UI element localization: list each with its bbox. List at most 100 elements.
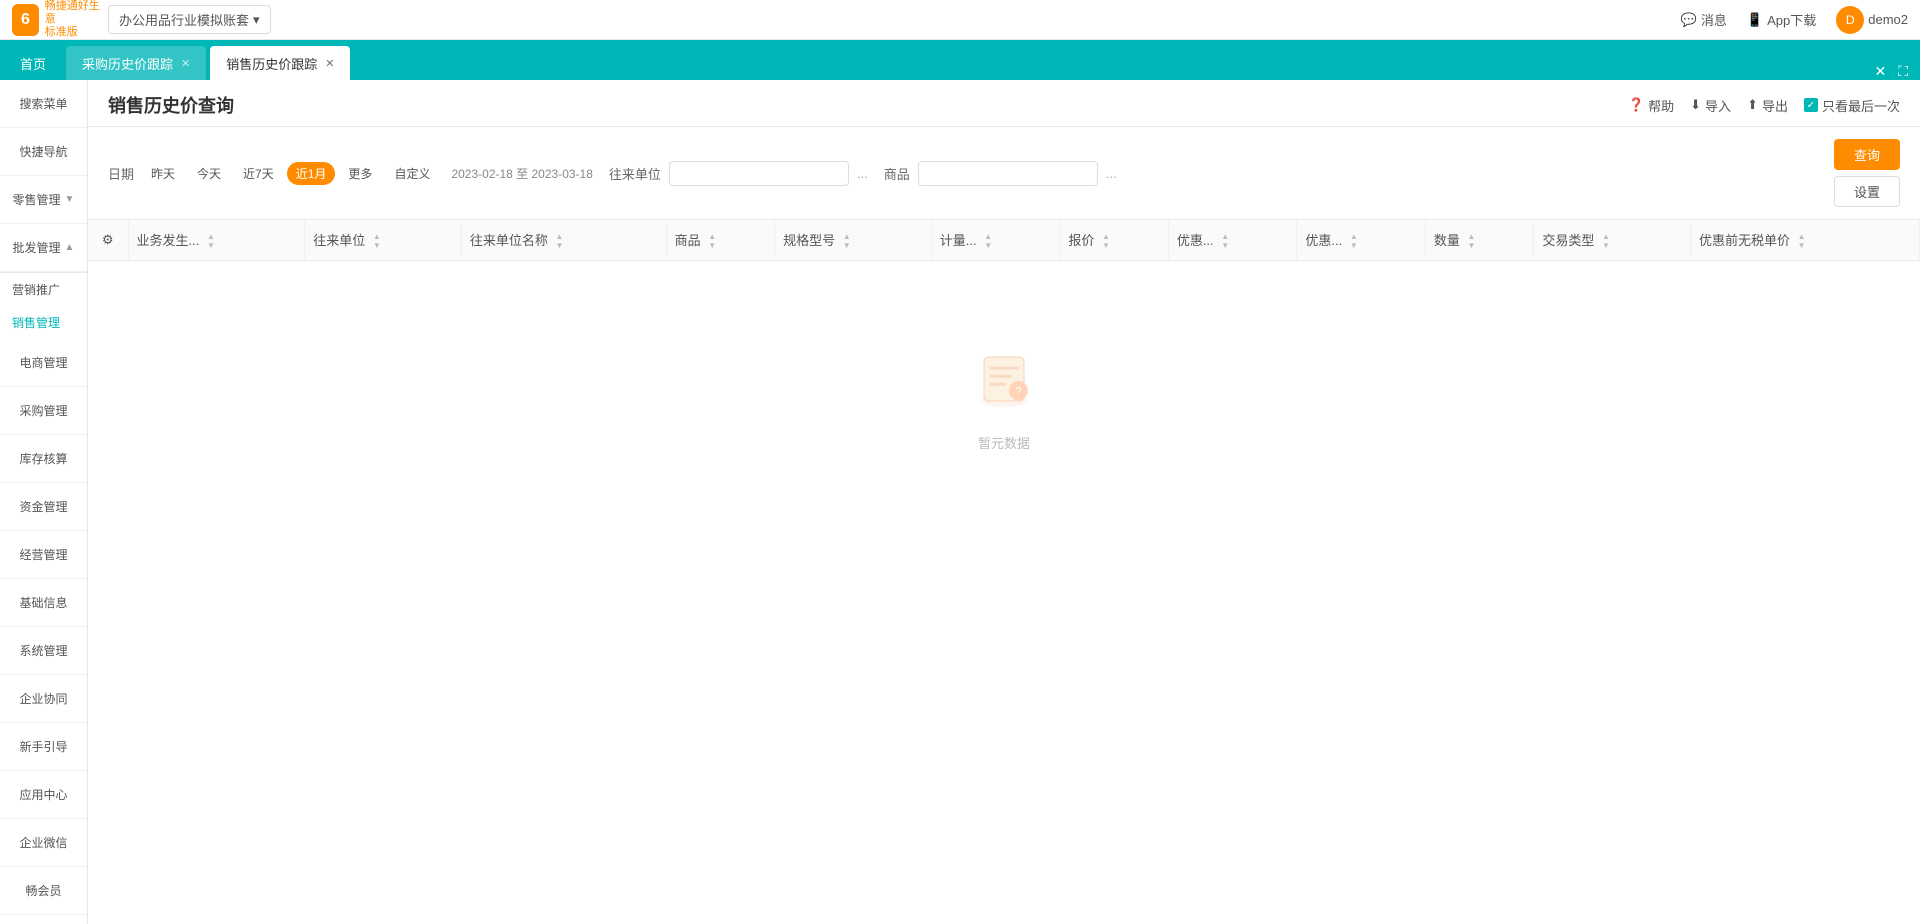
goods-dots[interactable]: ...: [1106, 166, 1117, 181]
tab-fullscreen-icon[interactable]: ⛶: [1898, 63, 1908, 80]
main-layout: 搜索菜单 快捷导航 零售管理 ▼ 批发管理 ▲ 营销推广 销售管理 电商管理 采…: [0, 80, 1920, 924]
message-button[interactable]: 💬 消息: [1681, 10, 1727, 29]
counterpart-dots[interactable]: ...: [857, 166, 868, 181]
filter-bar: 日期 昨天 今天 近7天 近1月 更多 自定义 2023-02-18 至 202…: [88, 127, 1920, 220]
data-table: ⚙ 业务发生... ▲▼ 往来单位 ▲▼: [88, 220, 1920, 261]
export-button[interactable]: ⬆ 导出: [1747, 96, 1788, 115]
quick-nav-label: 快捷导航: [19, 143, 67, 160]
date-btn-today[interactable]: 今天: [188, 162, 230, 185]
sort-unit-icon: ▲▼: [984, 233, 992, 250]
import-button[interactable]: ⬇ 导入: [1690, 96, 1731, 115]
sidebar-item-finance-mgmt[interactable]: 资金管理: [0, 483, 87, 531]
logo-text: 畅捷通好生意 标准版: [45, 0, 100, 39]
top-header: 6 畅捷通好生意 标准版 办公用品行业模拟账套 ▾ 💬 消息 📱 App下载 D…: [0, 0, 1920, 40]
wholesale-mgmt-arrow: ▲: [65, 242, 75, 253]
table-col-counterpart-name[interactable]: 往来单位名称 ▲▼: [461, 220, 666, 261]
tab-purchase-history[interactable]: 采购历史价跟踪 ✕: [66, 46, 206, 80]
retail-mgmt-arrow: ▼: [65, 194, 75, 205]
date-btn-custom[interactable]: 自定义: [385, 162, 439, 185]
help-button[interactable]: ❓ 帮助: [1628, 96, 1674, 115]
sidebar-item-retail-mgmt[interactable]: 零售管理 ▼: [0, 176, 87, 224]
sort-goods-icon: ▲▼: [708, 233, 716, 250]
avatar: D: [1836, 6, 1864, 34]
tab-purchase-history-close[interactable]: ✕: [181, 57, 190, 70]
table-col-qty[interactable]: 数量 ▲▼: [1425, 220, 1533, 261]
sidebar: 搜索菜单 快捷导航 零售管理 ▼ 批发管理 ▲ 营销推广 销售管理 电商管理 采…: [0, 80, 88, 924]
settings-button[interactable]: 设置: [1834, 176, 1900, 207]
wholesale-mgmt-label: 批发管理: [13, 239, 61, 256]
date-btn-more[interactable]: 更多: [339, 162, 381, 185]
sidebar-item-inventory[interactable]: 库存核算: [0, 435, 87, 483]
sort-pretax-price-icon: ▲▼: [1798, 233, 1806, 250]
sidebar-item-search-menu[interactable]: 搜索菜单: [0, 80, 87, 128]
goods-input[interactable]: [918, 161, 1098, 186]
tab-bar: 首页 采购历史价跟踪 ✕ 销售历史价跟踪 ✕ ✕ ⛶: [0, 40, 1920, 80]
table-col-unit[interactable]: 计量... ▲▼: [931, 220, 1060, 261]
sidebar-item-quick-nav[interactable]: 快捷导航: [0, 128, 87, 176]
date-btn-1month[interactable]: 近1月: [287, 162, 336, 185]
content-area: 销售历史价查询 ❓ 帮助 ⬇ 导入 ⬆ 导出 ✓ 只看最后一次: [88, 80, 1920, 924]
svg-text:?: ?: [1015, 386, 1021, 398]
table-col-quote[interactable]: 报价 ▲▼: [1060, 220, 1168, 261]
empty-state: ? 暂元数据: [88, 261, 1920, 532]
tab-bar-right: ✕ ⛶: [1874, 63, 1920, 80]
download-icon: 📱: [1747, 12, 1763, 28]
goods-label: 商品: [884, 164, 910, 183]
checkbox-checked-icon: ✓: [1804, 98, 1818, 112]
only-last-checkbox[interactable]: ✓ 只看最后一次: [1804, 96, 1900, 115]
tab-sales-history[interactable]: 销售历史价跟踪 ✕: [210, 46, 350, 80]
table-wrapper: ⚙ 业务发生... ▲▼ 往来单位 ▲▼: [88, 220, 1920, 924]
table-col-gear[interactable]: ⚙: [88, 220, 128, 261]
sidebar-item-enterprise[interactable]: 企业协同: [0, 675, 87, 723]
empty-text: 暂元数据: [978, 433, 1030, 452]
sort-discount1-icon: ▲▼: [1221, 233, 1229, 250]
sidebar-item-ops-mgmt[interactable]: 经营管理: [0, 531, 87, 579]
app-download-button[interactable]: 📱 App下载: [1747, 10, 1816, 29]
goods-filter-group: 商品 ...: [884, 161, 1117, 186]
counterpart-filter-group: 往来单位 ...: [609, 161, 868, 186]
search-menu-label: 搜索菜单: [19, 95, 67, 112]
table-col-biz-date[interactable]: 业务发生... ▲▼: [128, 220, 305, 261]
sidebar-item-marketing[interactable]: 营销推广: [0, 273, 87, 306]
gear-icon: ⚙: [102, 232, 114, 247]
logo-area: 6 畅捷通好生意 标准版: [12, 0, 100, 39]
sidebar-item-vip[interactable]: 畅会员: [0, 867, 87, 915]
tab-sales-history-close[interactable]: ✕: [325, 57, 334, 70]
sidebar-section-wholesale: 营销推广 销售管理: [0, 272, 87, 339]
date-btn-7days[interactable]: 近7天: [234, 162, 283, 185]
sidebar-item-app-center[interactable]: 应用中心: [0, 771, 87, 819]
table-col-discount1[interactable]: 优惠... ▲▼: [1168, 220, 1297, 261]
help-icon: ❓: [1628, 97, 1644, 113]
sidebar-item-weixin[interactable]: 企业微信: [0, 819, 87, 867]
date-label: 日期: [108, 164, 134, 183]
date-btn-yesterday[interactable]: 昨天: [142, 162, 184, 185]
table-col-discount2[interactable]: 优惠... ▲▼: [1297, 220, 1426, 261]
table-header-row: ⚙ 业务发生... ▲▼ 往来单位 ▲▼: [88, 220, 1920, 261]
sidebar-item-wholesale-mgmt[interactable]: 批发管理 ▲: [0, 224, 87, 272]
table-col-spec[interactable]: 规格型号 ▲▼: [775, 220, 932, 261]
table-col-counterpart[interactable]: 往来单位 ▲▼: [305, 220, 462, 261]
table-col-trade-type[interactable]: 交易类型 ▲▼: [1534, 220, 1691, 261]
sidebar-item-sales-mgmt[interactable]: 销售管理: [0, 306, 87, 339]
date-range: 2023-02-18 至 2023-03-18: [451, 165, 592, 182]
app-selector[interactable]: 办公用品行业模拟账套 ▾: [108, 5, 271, 34]
export-icon: ⬆: [1747, 97, 1758, 113]
counterpart-input[interactable]: [669, 161, 849, 186]
sidebar-item-purchase-mgmt[interactable]: 采购管理: [0, 387, 87, 435]
sidebar-item-basic-info[interactable]: 基础信息: [0, 579, 87, 627]
sidebar-item-system-mgmt[interactable]: 系统管理: [0, 627, 87, 675]
query-button[interactable]: 查询: [1834, 139, 1900, 170]
sidebar-item-guide[interactable]: 新手引导: [0, 723, 87, 771]
user-area[interactable]: D demo2: [1836, 6, 1908, 34]
retail-mgmt-label: 零售管理: [13, 191, 61, 208]
filter-right: 查询 设置: [1834, 139, 1900, 207]
sidebar-item-ecom-mgmt[interactable]: 电商管理: [0, 339, 87, 387]
tab-home[interactable]: 首页: [4, 46, 62, 80]
counterpart-label: 往来单位: [609, 164, 661, 183]
table-col-goods[interactable]: 商品 ▲▼: [666, 220, 774, 261]
page-title: 销售历史价查询: [108, 92, 234, 118]
sort-quote-icon: ▲▼: [1102, 233, 1110, 250]
table-col-pretax-price[interactable]: 优惠前无税单价 ▲▼: [1691, 220, 1920, 261]
selector-chevron-icon: ▾: [253, 12, 260, 28]
tab-close-all-icon[interactable]: ✕: [1874, 63, 1886, 80]
